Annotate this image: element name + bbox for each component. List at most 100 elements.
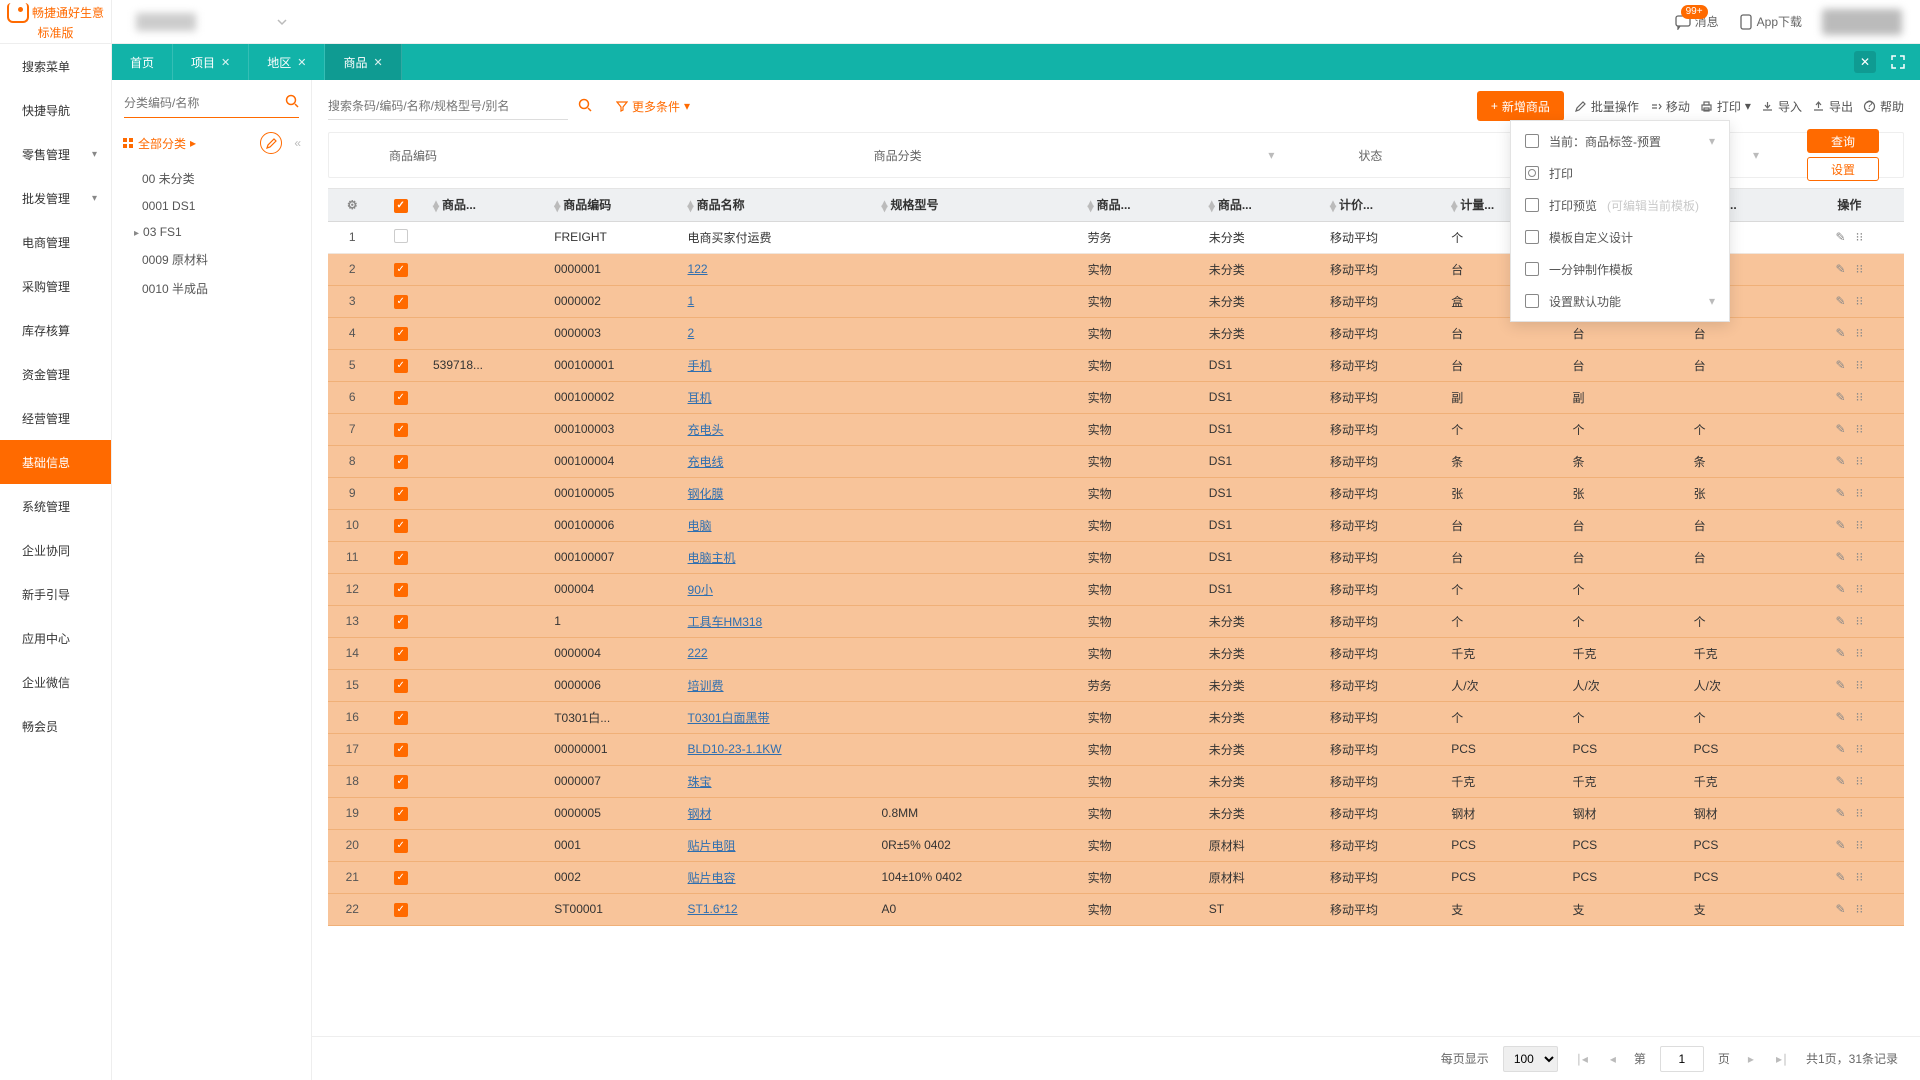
edit-icon[interactable]: ✎: [1836, 326, 1846, 340]
edit-icon[interactable]: ✎: [1836, 646, 1846, 660]
edit-icon[interactable]: ✎: [1836, 582, 1846, 596]
edit-icon[interactable]: ✎: [1836, 358, 1846, 372]
edit-icon[interactable]: ✎: [1836, 742, 1846, 756]
close-icon[interactable]: ✕: [374, 56, 383, 69]
checkbox[interactable]: ✓: [394, 263, 408, 277]
filter-code[interactable]: 商品编码: [329, 147, 814, 164]
pager-last[interactable]: ▸∣: [1772, 1052, 1792, 1066]
checkbox[interactable]: ✓: [394, 583, 408, 597]
product-link[interactable]: BLD10-23-1.1KW: [688, 742, 782, 756]
close-icon[interactable]: ✕: [221, 56, 230, 69]
checkbox[interactable]: ✓: [394, 871, 408, 885]
nav-item[interactable]: 应用中心: [0, 616, 111, 660]
category-search-input[interactable]: [124, 96, 285, 110]
column-header[interactable]: ▴▾规格型号: [874, 189, 1080, 221]
product-link[interactable]: 耳机: [688, 391, 712, 405]
edit-icon[interactable]: ✎: [1836, 262, 1846, 276]
nav-item[interactable]: 快捷导航: [0, 88, 111, 132]
pager-first[interactable]: ∣◂: [1572, 1052, 1592, 1066]
export-button[interactable]: 导出: [1812, 98, 1853, 115]
more-icon[interactable]: ⁝⁝: [1856, 262, 1864, 276]
search-icon[interactable]: [285, 94, 299, 111]
column-header[interactable]: ▴▾商品...: [425, 189, 546, 221]
column-header[interactable]: ▴▾计价...: [1322, 189, 1443, 221]
edit-icon[interactable]: ✎: [1836, 806, 1846, 820]
nav-item[interactable]: 基础信息: [0, 440, 111, 484]
edit-icon[interactable]: ✎: [1836, 550, 1846, 564]
nav-item[interactable]: 库存核算: [0, 308, 111, 352]
product-link[interactable]: 122: [688, 262, 708, 276]
more-icon[interactable]: ⁝⁝: [1856, 614, 1864, 628]
category-item[interactable]: 03 FS1: [112, 219, 311, 245]
checkbox[interactable]: ✓: [394, 487, 408, 501]
import-button[interactable]: 导入: [1761, 98, 1802, 115]
close-icon[interactable]: ✕: [297, 56, 306, 69]
checkbox-all[interactable]: ✓: [394, 199, 408, 213]
product-link[interactable]: T0301白面黑带: [688, 711, 770, 725]
category-all[interactable]: 全部分类 ▸: [122, 135, 196, 152]
pager-per-select[interactable]: 100: [1503, 1046, 1558, 1072]
category-item[interactable]: 0009 原材料: [112, 245, 311, 274]
nav-item[interactable]: 批发管理▾: [0, 176, 111, 220]
edit-icon[interactable]: ✎: [1836, 390, 1846, 404]
checkbox[interactable]: ✓: [394, 903, 408, 917]
category-edit-button[interactable]: [260, 132, 282, 154]
user-avatar-blurred[interactable]: [1822, 9, 1902, 35]
checkbox[interactable]: ✓: [394, 359, 408, 373]
product-link[interactable]: 手机: [688, 359, 712, 373]
tab[interactable]: 项目✕: [173, 44, 249, 80]
nav-item[interactable]: 搜索菜单: [0, 44, 111, 88]
product-link[interactable]: 工具车HM318: [688, 615, 763, 629]
more-icon[interactable]: ⁝⁝: [1856, 550, 1864, 564]
nav-item[interactable]: 企业微信: [0, 660, 111, 704]
more-icon[interactable]: ⁝⁝: [1856, 710, 1864, 724]
column-header[interactable]: ▴▾商品名称: [680, 189, 874, 221]
checkbox[interactable]: ✓: [394, 839, 408, 853]
checkbox[interactable]: ✓: [394, 455, 408, 469]
dd-defaults[interactable]: 设置默认功能▾: [1511, 285, 1729, 317]
messages-button[interactable]: 消息 99+: [1675, 13, 1719, 30]
more-icon[interactable]: ⁝⁝: [1856, 646, 1864, 660]
product-link[interactable]: 钢化膜: [688, 487, 724, 501]
category-item[interactable]: 0001 DS1: [112, 193, 311, 219]
column-header[interactable]: ▴▾商品编码: [546, 189, 679, 221]
column-header[interactable]: ✓: [376, 189, 424, 221]
edit-icon[interactable]: ✎: [1836, 454, 1846, 468]
checkbox[interactable]: ✓: [394, 423, 408, 437]
dd-custom[interactable]: 模板自定义设计: [1511, 221, 1729, 253]
more-icon[interactable]: ⁝⁝: [1856, 422, 1864, 436]
settings-button[interactable]: 设置: [1807, 157, 1879, 181]
edit-icon[interactable]: ✎: [1836, 902, 1846, 916]
nav-item[interactable]: 资金管理: [0, 352, 111, 396]
edit-icon[interactable]: ✎: [1836, 710, 1846, 724]
more-icon[interactable]: ⁝⁝: [1856, 582, 1864, 596]
close-all-tabs[interactable]: ✕: [1854, 51, 1876, 73]
nav-item[interactable]: 企业协同: [0, 528, 111, 572]
nav-item[interactable]: 采购管理: [0, 264, 111, 308]
product-link[interactable]: 90小: [688, 583, 713, 597]
checkbox[interactable]: ✓: [394, 647, 408, 661]
column-header[interactable]: ▴▾商品...: [1201, 189, 1322, 221]
search-icon[interactable]: [578, 98, 592, 115]
product-link[interactable]: 电脑主机: [688, 551, 736, 565]
more-icon[interactable]: ⁝⁝: [1856, 486, 1864, 500]
product-link[interactable]: 222: [688, 646, 708, 660]
product-link[interactable]: 钢材: [688, 807, 712, 821]
edit-icon[interactable]: ✎: [1836, 838, 1846, 852]
batch-button[interactable]: 批量操作: [1574, 98, 1639, 115]
nav-item[interactable]: 系统管理: [0, 484, 111, 528]
app-download-button[interactable]: App下载: [1739, 13, 1802, 30]
nav-item[interactable]: 畅会员: [0, 704, 111, 748]
move-button[interactable]: 移动: [1649, 98, 1690, 115]
checkbox[interactable]: ✓: [394, 807, 408, 821]
more-icon[interactable]: ⁝⁝: [1856, 294, 1864, 308]
dd-preview[interactable]: 打印预览(可编辑当前模板): [1511, 189, 1729, 221]
more-icon[interactable]: ⁝⁝: [1856, 326, 1864, 340]
edit-icon[interactable]: ✎: [1836, 422, 1846, 436]
checkbox[interactable]: ✓: [394, 615, 408, 629]
print-button[interactable]: 打印▾: [1700, 98, 1751, 115]
product-link[interactable]: 充电线: [688, 455, 724, 469]
edit-icon[interactable]: ✎: [1836, 294, 1846, 308]
pager-page-input[interactable]: [1660, 1046, 1704, 1072]
checkbox[interactable]: ✓: [394, 327, 408, 341]
